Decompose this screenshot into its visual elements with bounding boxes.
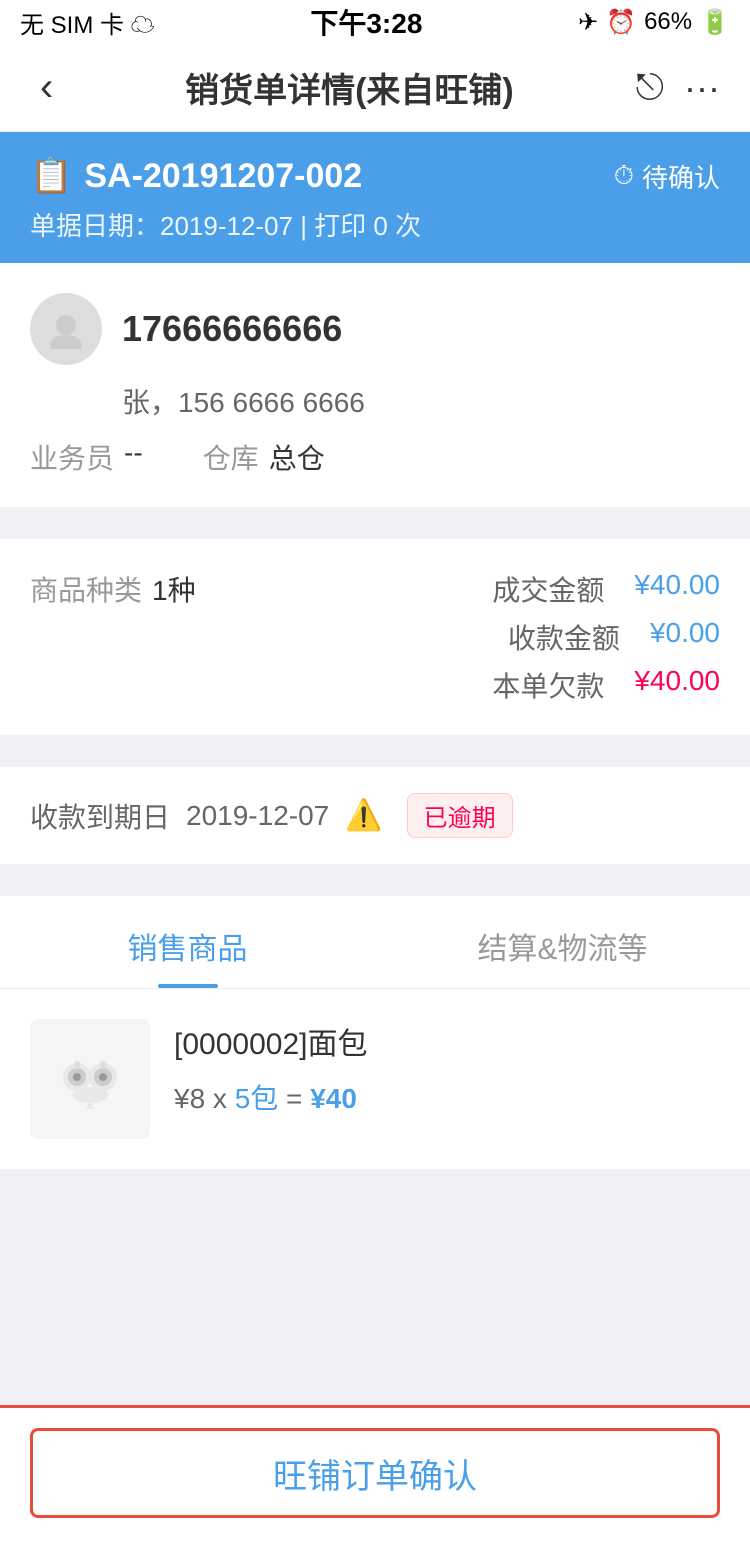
amount-value-1: ¥0.00 (650, 617, 720, 657)
warehouse-meta: 仓库 总仓 (203, 437, 325, 477)
warning-icon: ⚠️ (345, 798, 382, 833)
more-button[interactable]: ··· (684, 67, 720, 109)
page-title: 销货单详情(来自旺铺) (185, 63, 514, 112)
status-left: 无 SIM 卡 ☁ (20, 5, 155, 40)
status-time: 下午3:28 (310, 2, 422, 42)
product-type-label: 商品种类 (30, 569, 142, 609)
price-equals: = (278, 1083, 310, 1114)
tab-products[interactable]: 销售商品 (0, 896, 375, 988)
product-item: [0000002]面包 ¥8 x 5包 = ¥40 (0, 989, 750, 1169)
amount-label-2: 本单欠款 (492, 665, 604, 705)
product-info: [0000002]面包 ¥8 x 5包 = ¥40 (174, 1019, 720, 1117)
divider-1 (0, 523, 750, 539)
product-type: 商品种类 1种 (30, 569, 196, 609)
customer-top: 17666666666 (30, 293, 720, 365)
amount-label-1: 收款金额 (508, 617, 620, 657)
alarm-icon: ⏰ (606, 8, 636, 37)
summary-card: 商品种类 1种 成交金额 ¥40.00 收款金额 ¥0.00 本单欠款 ¥40.… (0, 539, 750, 735)
nav-actions: ⎋ ··· (636, 66, 720, 109)
confirm-btn-wrap: 旺铺订单确认 (0, 1405, 750, 1558)
order-date: 单据日期：2019-12-07 | 打印 0 次 (30, 206, 720, 243)
customer-card: 17666666666 张，156 6666 6666 业务员 -- 仓库 总仓 (0, 263, 750, 507)
amount-row-2: 本单欠款 ¥40.00 (492, 665, 720, 705)
status-right: ✈ ⏰ 66% 🔋 (578, 8, 730, 37)
amount-row-1: 收款金额 ¥0.00 (508, 617, 720, 657)
warehouse-value: 总仓 (269, 437, 325, 477)
price-text: ¥8 x (174, 1083, 235, 1114)
tab-settlement[interactable]: 结算&物流等 (375, 896, 750, 988)
order-icon: 📋 (30, 156, 72, 196)
divider-3 (0, 880, 750, 896)
tabs: 销售商品 结算&物流等 (0, 896, 750, 989)
salesman-label: 业务员 (30, 437, 114, 477)
warehouse-label: 仓库 (203, 437, 259, 477)
amounts: 成交金额 ¥40.00 收款金额 ¥0.00 本单欠款 ¥40.00 (492, 569, 720, 705)
product-price: ¥8 x 5包 = ¥40 (174, 1077, 720, 1117)
salesman-value: -- (124, 437, 143, 477)
product-name: [0000002]面包 (174, 1019, 720, 1063)
amount-label-0: 成交金额 (492, 569, 604, 609)
due-card: 收款到期日 2019-12-07 ⚠️ 已逾期 (0, 767, 750, 864)
order-header: 📋 SA-20191207-002 ⏱ 待确认 单据日期：2019-12-07 … (0, 132, 750, 263)
amount-value-2: ¥40.00 (634, 665, 720, 705)
customer-phone: 17666666666 (122, 308, 342, 350)
product-type-value: 1种 (152, 569, 196, 609)
products-section: [0000002]面包 ¥8 x 5包 = ¥40 (0, 989, 750, 1169)
order-id-text: SA-20191207-002 (84, 157, 362, 196)
amount-value-0: ¥40.00 (634, 569, 720, 609)
order-status: ⏱ 待确认 (614, 158, 720, 195)
salesman-meta: 业务员 -- (30, 437, 143, 477)
avatar (30, 293, 102, 365)
customer-name: 张，156 6666 6666 (122, 381, 720, 421)
clock-icon: ⏱ (614, 160, 634, 192)
battery-level: 66% (644, 8, 692, 36)
status-bar: 无 SIM 卡 ☁ 下午3:28 ✈ ⏰ 66% 🔋 (0, 0, 750, 44)
bottom-area (0, 1185, 750, 1405)
amount-row-0: 成交金额 ¥40.00 (492, 569, 720, 609)
location-icon: ✈ (578, 8, 598, 37)
order-id: 📋 SA-20191207-002 (30, 156, 362, 196)
back-button[interactable]: ‹ (30, 55, 63, 120)
status-text: 待确认 (642, 158, 720, 195)
due-date: 2019-12-07 (186, 800, 329, 832)
product-thumbnail (30, 1019, 150, 1139)
confirm-button[interactable]: 旺铺订单确认 (30, 1428, 720, 1518)
share-button[interactable]: ⎋ (636, 66, 664, 109)
overdue-badge: 已逾期 (407, 793, 513, 838)
nav-bar: ‹ 销货单详情(来自旺铺) ⎋ ··· (0, 44, 750, 132)
divider-2 (0, 751, 750, 767)
price-total: ¥40 (310, 1083, 357, 1114)
price-qty: 5包 (235, 1083, 279, 1114)
battery-icon: 🔋 (700, 8, 730, 37)
sim-status: 无 SIM 卡 ☁ (20, 5, 155, 40)
due-label: 收款到期日 (30, 796, 170, 836)
customer-meta: 业务员 -- 仓库 总仓 (30, 437, 720, 477)
